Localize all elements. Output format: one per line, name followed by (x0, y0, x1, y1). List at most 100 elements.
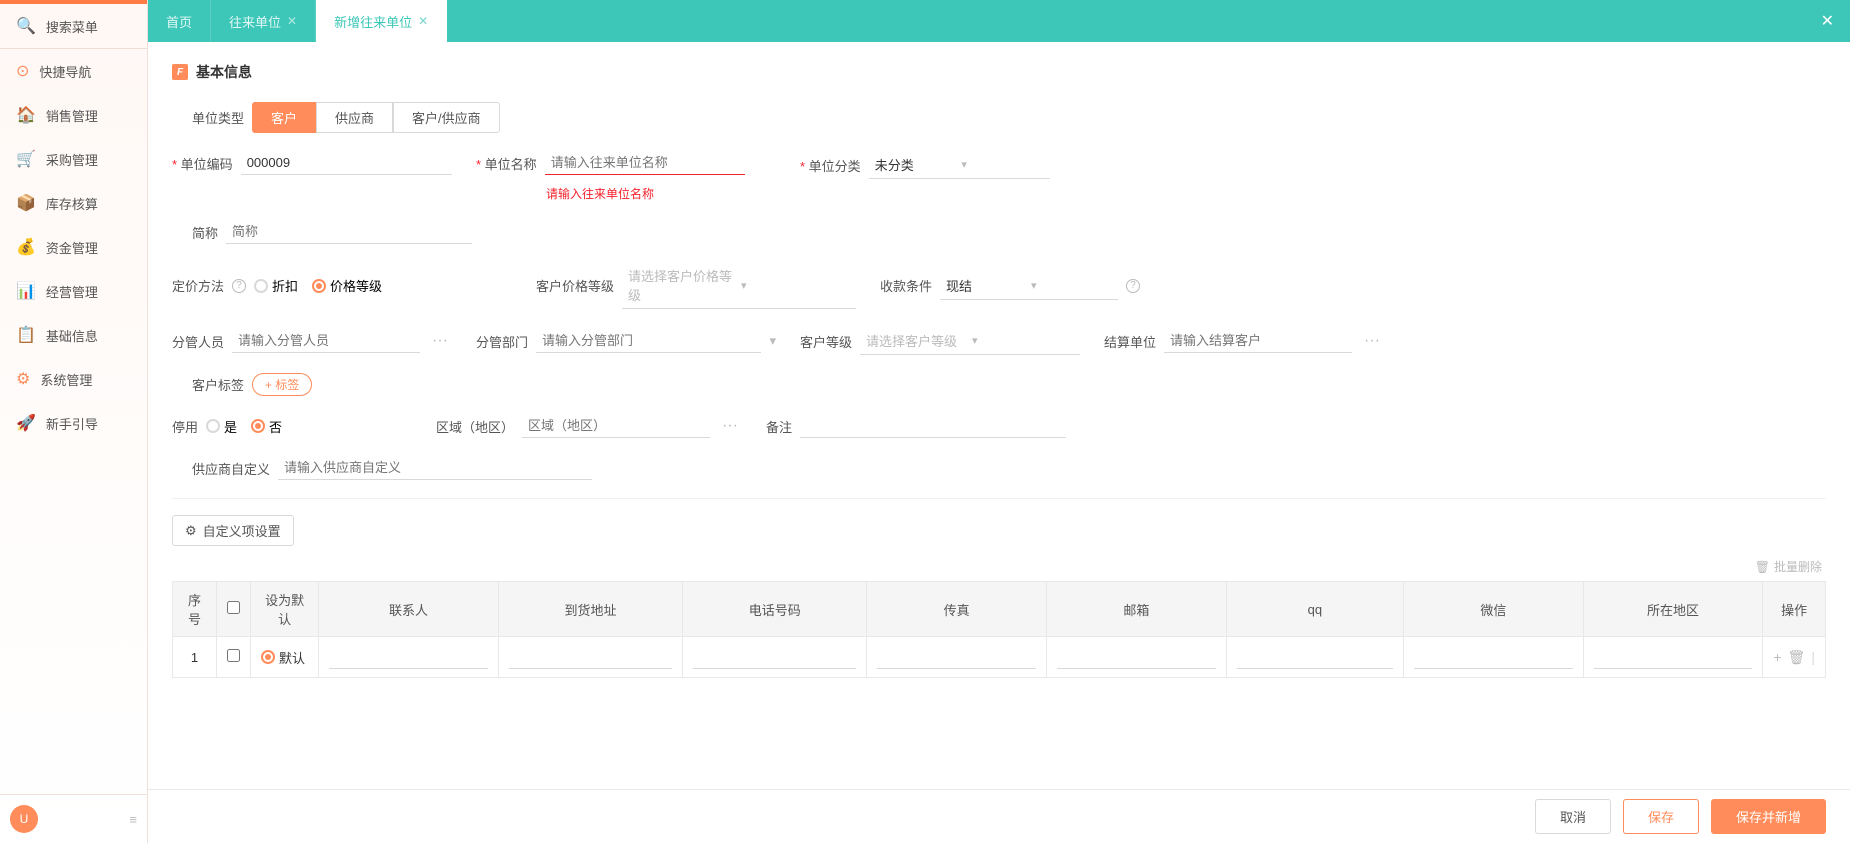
sidebar-search-label: 搜索菜单 (46, 17, 98, 36)
section-divider (172, 498, 1826, 499)
cancel-button[interactable]: 取消 (1535, 799, 1611, 834)
customer-level-arrow: ▾ (972, 334, 1074, 347)
payment-terms-help-icon[interactable]: ? (1126, 279, 1140, 293)
unit-type-customer-button[interactable]: 客户 (252, 102, 316, 133)
tab-contacts-close[interactable]: ✕ (287, 14, 297, 28)
sidebar-item-inventory[interactable]: 📦 库存核算 (0, 181, 147, 225)
row-contact-input[interactable] (329, 645, 488, 669)
sidebar-item-quicknav[interactable]: ⊙ 快捷导航 (0, 49, 147, 93)
unit-type-supplier-button[interactable]: 供应商 (316, 102, 393, 133)
save-button[interactable]: 保存 (1623, 799, 1699, 834)
batch-delete-button[interactable]: 🗑 批量删除 (1755, 558, 1822, 575)
disable-radio-group: 是 否 (206, 417, 282, 436)
unit-category-value: 未分类 (875, 155, 958, 174)
row-email-input[interactable] (1057, 645, 1216, 669)
unit-name-error: 请输入往来单位名称 (546, 185, 654, 202)
supplier-custom-input[interactable] (278, 456, 592, 480)
unit-type-group: 客户 供应商 客户/供应商 (252, 102, 500, 133)
disable-no-label: 否 (269, 417, 282, 436)
sidebar-item-finance[interactable]: 💰 资金管理 (0, 225, 147, 269)
unit-category-select[interactable]: 未分类 ▾ (869, 151, 1050, 179)
settlement-unit-label: 结算单位 (1104, 332, 1156, 351)
basic-icon: 📋 (16, 325, 36, 345)
row-wechat-input[interactable] (1414, 645, 1573, 669)
col-seq: 序号 (173, 582, 217, 637)
settlement-unit-dots-button[interactable]: ··· (1360, 332, 1384, 350)
manager-input[interactable] (232, 329, 420, 353)
select-all-checkbox[interactable] (227, 601, 240, 614)
payment-terms-select[interactable]: 现结 ▾ (940, 272, 1118, 300)
row-default-radio[interactable]: 默认 (261, 648, 308, 667)
pricing-help-icon[interactable]: ? (232, 279, 246, 293)
table-header-row: 🗑 批量删除 (172, 558, 1826, 575)
sidebar-basic-label: 基础信息 (46, 326, 98, 345)
unit-type-both-button[interactable]: 客户/供应商 (393, 102, 500, 133)
sidebar-bar-icon: ≡ (129, 812, 137, 827)
sidebar-item-basic[interactable]: 📋 基础信息 (0, 313, 147, 357)
disable-no-radio[interactable]: 否 (251, 417, 282, 436)
row-address-input[interactable] (509, 645, 672, 669)
tab-contacts-label: 往来单位 (229, 12, 281, 31)
tab-new-contact-close[interactable]: ✕ (418, 14, 428, 28)
manager-dots-button[interactable]: ··· (428, 332, 452, 350)
sidebar-item-system[interactable]: ⚙ 系统管理 (0, 357, 147, 401)
disable-yes-radio[interactable]: 是 (206, 417, 237, 436)
row-qq-input[interactable] (1237, 645, 1393, 669)
settlement-unit-input[interactable] (1164, 329, 1352, 353)
pricing-row: 定价方法 ? 折扣 价格等级 客户价格等级 请选择客户价格等级 (172, 262, 1826, 309)
sidebar-item-purchase[interactable]: 🛒 采购管理 (0, 137, 147, 181)
sidebar-item-guide[interactable]: 🚀 新手引导 (0, 401, 147, 445)
col-wechat: 微信 (1404, 582, 1584, 637)
save-and-add-button[interactable]: 保存并新增 (1711, 799, 1826, 834)
row-add-button[interactable]: + (1773, 649, 1781, 666)
pricing-radio-discount[interactable]: 折扣 (254, 276, 298, 295)
disable-region-row: 停用 是 否 区域（地区） ··· (172, 414, 1826, 438)
sales-icon: 🏠 (16, 105, 36, 125)
unit-name-input[interactable] (545, 151, 745, 175)
region-input[interactable] (522, 414, 710, 438)
unit-type-label: 单位类型 (192, 108, 244, 127)
sidebar-item-operations[interactable]: 📊 经营管理 (0, 269, 147, 313)
row-region-input[interactable] (1594, 645, 1753, 669)
add-tag-button[interactable]: + 标签 (252, 373, 312, 396)
sidebar-item-sales[interactable]: 🏠 销售管理 (0, 93, 147, 137)
row-phone-input[interactable] (693, 645, 856, 669)
row-region (1583, 637, 1763, 678)
col-phone: 电话号码 (683, 582, 867, 637)
customer-price-level-select[interactable]: 请选择客户价格等级 ▾ (622, 262, 856, 309)
sidebar-item-search[interactable]: 🔍 搜索菜单 (0, 4, 147, 49)
unit-code-input[interactable] (241, 151, 452, 175)
sidebar-inventory-label: 库存核算 (46, 194, 98, 213)
disable-yes-circle (206, 419, 220, 433)
region-dots-button[interactable]: ··· (718, 417, 742, 435)
system-icon: ⚙ (16, 369, 30, 389)
row-checkbox[interactable] (227, 649, 240, 662)
main-content: 首页 往来单位 ✕ 新增往来单位 ✕ ✕ F 基本信息 单位类型 客户 供应商 … (148, 0, 1850, 843)
tab-contacts[interactable]: 往来单位 ✕ (211, 0, 316, 42)
sidebar-system-label: 系统管理 (40, 370, 92, 389)
tab-new-contact-label: 新增往来单位 (334, 12, 412, 31)
row-fax-input[interactable] (877, 645, 1036, 669)
col-region: 所在地区 (1583, 582, 1763, 637)
tab-home[interactable]: 首页 (148, 0, 211, 42)
row-phone (683, 637, 867, 678)
department-input[interactable] (536, 329, 761, 353)
remarks-input[interactable] (800, 414, 1066, 438)
row-delete-button[interactable]: 🗑 (1788, 649, 1806, 666)
close-all-tabs-button[interactable]: ✕ (1805, 11, 1850, 31)
unit-type-row: 单位类型 客户 供应商 客户/供应商 (172, 102, 1826, 133)
tab-bar: 首页 往来单位 ✕ 新增往来单位 ✕ ✕ (148, 0, 1850, 42)
pricing-radio-level[interactable]: 价格等级 (312, 276, 382, 295)
custom-settings-button[interactable]: ⚙ 自定义项设置 (172, 515, 294, 546)
customer-level-select[interactable]: 请选择客户等级 ▾ (860, 327, 1080, 355)
short-name-input[interactable] (226, 220, 472, 244)
manager-row: 分管人员 ··· 分管部门 ▾ 客户等级 请选择客户等级 ▾ 结算单位 (172, 327, 1826, 355)
section-header: F 基本信息 (172, 62, 1826, 82)
col-address: 到货地址 (498, 582, 682, 637)
row-wechat (1404, 637, 1584, 678)
unit-category-arrow: ▾ (961, 158, 1044, 171)
operations-icon: 📊 (16, 281, 36, 301)
customer-price-level-placeholder: 请选择客户价格等级 (628, 266, 737, 304)
remarks-label: 备注 (766, 417, 792, 436)
tab-new-contact[interactable]: 新增往来单位 ✕ (316, 0, 447, 42)
